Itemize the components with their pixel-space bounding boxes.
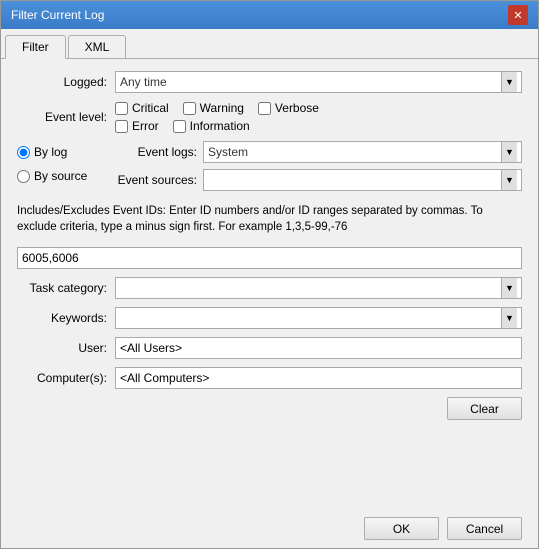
task-category-row: Task category: ▼ <box>17 277 522 299</box>
tab-bar: Filter XML <box>1 29 538 59</box>
event-ids-row <box>17 247 522 269</box>
tab-filter[interactable]: Filter <box>5 35 66 59</box>
user-input[interactable] <box>115 337 522 359</box>
checkbox-critical-input[interactable] <box>115 102 128 115</box>
event-logs-value: System <box>208 145 501 159</box>
event-log-source-fields: Event logs: System ▼ Event sources: ▼ <box>107 141 522 191</box>
logged-label: Logged: <box>17 75 107 89</box>
event-logs-arrow: ▼ <box>501 142 517 162</box>
event-logs-dropdown[interactable]: System ▼ <box>203 141 522 163</box>
user-label: User: <box>17 341 107 355</box>
checkbox-error[interactable]: Error <box>115 119 159 133</box>
event-logs-label: Event logs: <box>107 145 197 159</box>
checkbox-information-input[interactable] <box>173 120 186 133</box>
computer-row: Computer(s): <box>17 367 522 389</box>
task-category-dropdown[interactable]: ▼ <box>115 277 522 299</box>
computer-label: Computer(s): <box>17 371 107 385</box>
checkbox-error-input[interactable] <box>115 120 128 133</box>
dialog-footer: OK Cancel <box>1 509 538 548</box>
close-button[interactable]: ✕ <box>508 5 528 25</box>
checkbox-verbose-input[interactable] <box>258 102 271 115</box>
keywords-row: Keywords: ▼ <box>17 307 522 329</box>
logged-row: Logged: Any time ▼ <box>17 71 522 93</box>
checkbox-information[interactable]: Information <box>173 119 250 133</box>
keywords-dropdown[interactable]: ▼ <box>115 307 522 329</box>
keywords-arrow: ▼ <box>501 308 517 328</box>
log-source-section: By log By source Event logs: System ▼ Ev… <box>17 141 522 191</box>
event-sources-label: Event sources: <box>107 173 197 187</box>
title-bar: Filter Current Log ✕ <box>1 1 538 29</box>
computer-input[interactable] <box>115 367 522 389</box>
task-category-arrow: ▼ <box>501 278 517 298</box>
logged-dropdown[interactable]: Any time ▼ <box>115 71 522 93</box>
dialog-filter-current-log: Filter Current Log ✕ Filter XML Logged: … <box>0 0 539 549</box>
checkbox-warning[interactable]: Warning <box>183 101 244 115</box>
event-sources-arrow: ▼ <box>501 170 517 190</box>
checkbox-verbose[interactable]: Verbose <box>258 101 319 115</box>
user-row: User: <box>17 337 522 359</box>
event-ids-input[interactable] <box>17 247 522 269</box>
radio-bysource-input[interactable] <box>17 170 30 183</box>
ok-button[interactable]: OK <box>364 517 439 540</box>
logged-dropdown-arrow: ▼ <box>501 72 517 92</box>
dialog-title: Filter Current Log <box>11 8 104 22</box>
checkbox-warning-input[interactable] <box>183 102 196 115</box>
keywords-label: Keywords: <box>17 311 107 325</box>
cancel-button[interactable]: Cancel <box>447 517 522 540</box>
radio-group: By log By source <box>17 141 107 191</box>
task-category-label: Task category: <box>17 281 107 295</box>
description-text: Includes/Excludes Event IDs: Enter ID nu… <box>17 203 522 235</box>
filter-content: Logged: Any time ▼ Event level: Critical… <box>1 59 538 509</box>
radio-bylog-input[interactable] <box>17 146 30 159</box>
radio-bysource[interactable]: By source <box>17 169 107 183</box>
event-logs-row: Event logs: System ▼ <box>107 141 522 163</box>
event-sources-dropdown[interactable]: ▼ <box>203 169 522 191</box>
radio-bylog[interactable]: By log <box>17 145 107 159</box>
clear-button[interactable]: Clear <box>447 397 522 420</box>
event-level-label: Event level: <box>17 110 107 124</box>
logged-value: Any time <box>120 75 501 89</box>
event-sources-row: Event sources: ▼ <box>107 169 522 191</box>
tab-xml[interactable]: XML <box>68 35 127 58</box>
checkbox-critical[interactable]: Critical <box>115 101 169 115</box>
event-level-row: Event level: Critical Warning Verbose <box>17 101 522 133</box>
event-level-checkboxes: Critical Warning Verbose Error <box>115 101 319 133</box>
